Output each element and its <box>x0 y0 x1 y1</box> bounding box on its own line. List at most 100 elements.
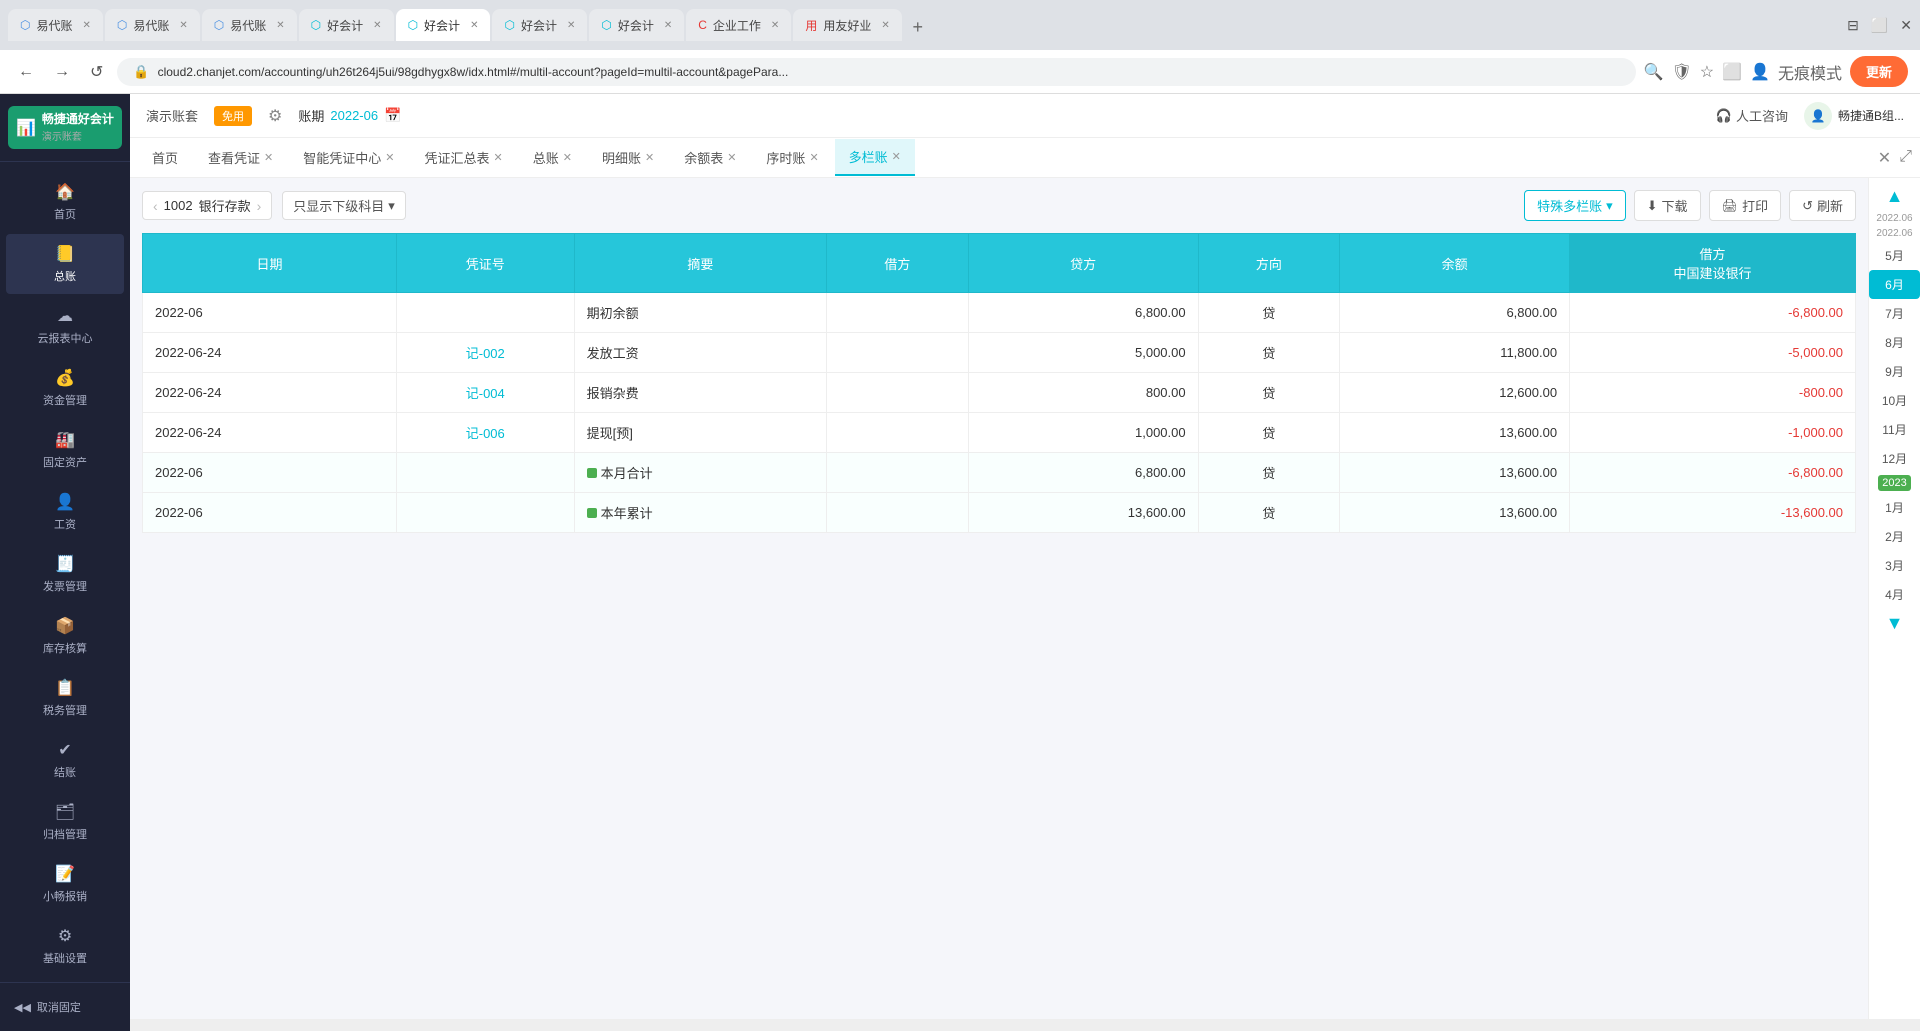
tab-voucher-summary-close[interactable]: ✕ <box>494 151 503 164</box>
app-container: 📊 畅捷通好会计 演示账套 🏠 首页 📒 总账 ☁ 云报表中心 💰 <box>0 94 1920 1031</box>
tab-expand-icon[interactable]: ⤢ <box>1899 148 1912 168</box>
ai-consult-button[interactable]: 🎧 人工咨询 <box>1716 106 1788 125</box>
tab-1[interactable]: ⬡ 易代账 ✕ <box>8 9 103 41</box>
tab-balance-sheet-close[interactable]: ✕ <box>727 151 736 164</box>
unpin-button[interactable]: ◀◀ 取消固定 <box>8 993 122 1021</box>
tab-close-6[interactable]: ✕ <box>567 20 575 31</box>
next-account-button[interactable]: › <box>257 198 262 214</box>
timeline-month-11[interactable]: 11月 <box>1869 415 1920 444</box>
tab-balance-sheet[interactable]: 余额表 ✕ <box>670 140 750 175</box>
timeline-month-7[interactable]: 7月 <box>1869 299 1920 328</box>
sidebar-item-fixed-assets[interactable]: 🏭 固定资产 <box>6 420 124 480</box>
tab-9[interactable]: 用 用友好业 ✕ <box>793 9 901 41</box>
tab-close-4[interactable]: ✕ <box>373 20 381 31</box>
timeline-month-10[interactable]: 10月 <box>1869 386 1920 415</box>
star-icon[interactable]: ☆ <box>1700 62 1714 82</box>
tab-view-voucher[interactable]: 查看凭证 ✕ <box>194 140 287 175</box>
no-trace-button[interactable]: 无痕模式 <box>1778 60 1842 84</box>
tab-3[interactable]: ⬡ 易代账 ✕ <box>202 9 297 41</box>
tab-detail-ledger[interactable]: 明细账 ✕ <box>588 140 668 175</box>
filter-select[interactable]: 只显示下级科目 ▾ <box>282 191 406 220</box>
tab-5[interactable]: ⬡ 好会计 ✕ <box>396 9 491 41</box>
screenshot-icon[interactable]: ⬜ <box>1722 62 1742 82</box>
tab-general-ledger[interactable]: 总账 ✕ <box>519 140 586 175</box>
close-icon[interactable]: ✕ <box>1900 17 1912 34</box>
cell-debit-2 <box>827 333 969 373</box>
tab-close-5[interactable]: ✕ <box>470 20 478 31</box>
tab-8[interactable]: C 企业工作 ✕ <box>686 9 791 41</box>
maximize-icon[interactable]: ⬜ <box>1871 17 1888 34</box>
tab-journal[interactable]: 序时账 ✕ <box>752 140 832 175</box>
sidebar-item-tax[interactable]: 📋 税务管理 <box>6 668 124 728</box>
user-area[interactable]: 👤 畅捷通B组... <box>1804 102 1904 130</box>
timeline-scroll-down[interactable]: ▼ <box>1882 609 1908 638</box>
sidebar-item-payroll[interactable]: 👤 工资 <box>6 482 124 542</box>
sidebar-item-inventory[interactable]: 📦 库存核算 <box>6 606 124 666</box>
tab-multi-column[interactable]: 多栏账 ✕ <box>835 139 915 176</box>
cell-voucher-4[interactable]: 记-006 <box>396 413 574 453</box>
print-button[interactable]: 🖨 打印 <box>1709 190 1782 221</box>
tab-close-2[interactable]: ✕ <box>179 20 187 31</box>
timeline-scroll-up[interactable]: ▲ <box>1882 182 1908 211</box>
timeline-month-4-2023[interactable]: 4月 <box>1869 580 1920 609</box>
tab-minimize-icon[interactable]: ✕ <box>1878 148 1891 168</box>
tab-homepage[interactable]: 首页 <box>138 140 192 175</box>
sidebar-item-ledger[interactable]: 📒 总账 <box>6 234 124 294</box>
fixed-assets-icon: 🏭 <box>55 430 75 450</box>
search-icon[interactable]: 🔍 <box>1644 62 1664 82</box>
cell-voucher-2[interactable]: 记-002 <box>396 333 574 373</box>
ai-consult-label: 人工咨询 <box>1736 106 1788 125</box>
minimize-icon[interactable]: ⊟ <box>1847 17 1859 34</box>
tab-close-1[interactable]: ✕ <box>83 20 91 31</box>
tab-close-9[interactable]: ✕ <box>881 20 889 31</box>
sidebar-item-settle[interactable]: ✔ 结账 <box>6 730 124 790</box>
tab-smart-voucher[interactable]: 智能凭证中心 ✕ <box>289 140 408 175</box>
tab-4[interactable]: ⬡ 好会计 ✕ <box>299 9 394 41</box>
timeline-month-2-2023[interactable]: 2月 <box>1869 522 1920 551</box>
tab-6[interactable]: ⬡ 好会计 ✕ <box>492 9 587 41</box>
tab-close-3[interactable]: ✕ <box>276 20 284 31</box>
settings-gear-icon[interactable]: ⚙ <box>268 106 282 126</box>
tab-view-voucher-close[interactable]: ✕ <box>264 151 273 164</box>
cell-balance-4: 13,600.00 <box>1340 413 1570 453</box>
address-bar[interactable]: 🔒 cloud2.chanjet.com/accounting/uh26t264… <box>117 58 1635 86</box>
horizontal-scrollbar[interactable] <box>130 1019 1920 1031</box>
tab-7[interactable]: ⬡ 好会计 ✕ <box>589 9 684 41</box>
tab-close-8[interactable]: ✕ <box>771 20 779 31</box>
sidebar-item-home[interactable]: 🏠 首页 <box>6 172 124 232</box>
sidebar-item-cloud-report[interactable]: ☁ 云报表中心 <box>6 296 124 356</box>
tab-add-button[interactable]: + <box>904 13 932 41</box>
timeline-month-6[interactable]: 6月 <box>1869 270 1920 299</box>
update-button[interactable]: 更新 <box>1850 56 1908 87</box>
forward-button[interactable]: → <box>48 59 76 85</box>
download-button[interactable]: ⬇ 下载 <box>1634 190 1701 221</box>
sidebar-item-expense[interactable]: 📝 小畅报销 <box>6 854 124 914</box>
tab-general-ledger-close[interactable]: ✕ <box>563 151 572 164</box>
tab-2[interactable]: ⬡ 易代账 ✕ <box>105 9 200 41</box>
prev-account-button[interactable]: ‹ <box>153 198 158 214</box>
tab-smart-voucher-close[interactable]: ✕ <box>385 151 394 164</box>
cell-voucher-3[interactable]: 记-004 <box>396 373 574 413</box>
special-ledger-button[interactable]: 特殊多栏账 ▾ <box>1524 190 1626 221</box>
calendar-icon[interactable]: 📅 <box>384 107 401 124</box>
timeline-month-1-2023[interactable]: 1月 <box>1869 493 1920 522</box>
refresh-button[interactable]: ↺ 刷新 <box>1789 190 1856 221</box>
timeline-month-5[interactable]: 5月 <box>1869 241 1920 270</box>
profile-icon[interactable]: 👤 <box>1750 62 1770 82</box>
reload-button[interactable]: ↺ <box>84 58 109 86</box>
sidebar-item-archive[interactable]: 🗂 归档管理 <box>6 792 124 852</box>
tab-close-7[interactable]: ✕ <box>664 20 672 31</box>
timeline-month-9[interactable]: 9月 <box>1869 357 1920 386</box>
back-button[interactable]: ← <box>12 59 40 85</box>
timeline-month-12[interactable]: 12月 <box>1869 444 1920 473</box>
sidebar-item-fund[interactable]: 💰 资金管理 <box>6 358 124 418</box>
tab-multi-column-close[interactable]: ✕ <box>892 150 901 163</box>
tab-journal-close[interactable]: ✕ <box>809 151 818 164</box>
sidebar-item-invoice[interactable]: 🧾 发票管理 <box>6 544 124 604</box>
timeline-month-3-2023[interactable]: 3月 <box>1869 551 1920 580</box>
tab-detail-ledger-close[interactable]: ✕ <box>645 151 654 164</box>
sidebar-item-settings[interactable]: ⚙ 基础设置 <box>6 916 124 976</box>
timeline-month-8[interactable]: 8月 <box>1869 328 1920 357</box>
tab-voucher-summary[interactable]: 凭证汇总表 ✕ <box>410 140 516 175</box>
cell-summary-4: 提现[预] <box>574 413 827 453</box>
